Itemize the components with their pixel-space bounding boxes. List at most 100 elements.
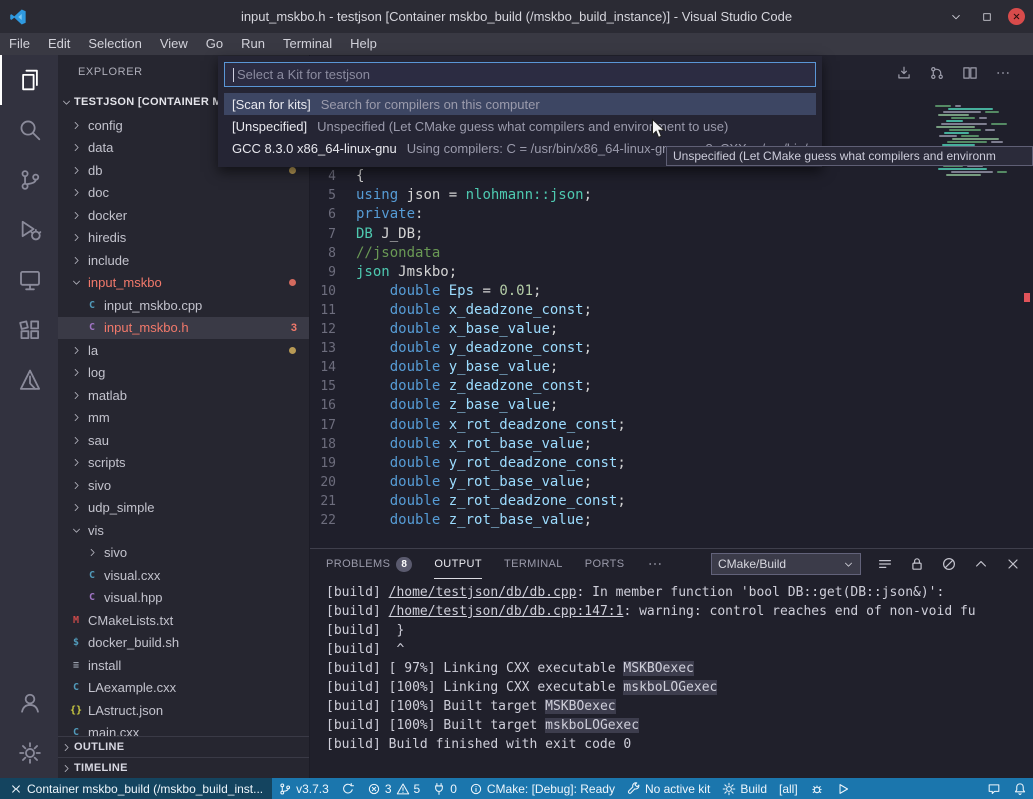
tree-item-CMakeLists.txt[interactable]: M CMakeLists.txt [58,609,309,632]
tree-item-include[interactable]: include [58,249,309,272]
kit-option-1[interactable]: [Unspecified] Unspecified (Let CMake gues… [224,115,816,137]
sync-status[interactable] [335,778,361,799]
info-icon [469,782,483,796]
settings-gear-button[interactable] [0,728,58,778]
timeline-section-header[interactable]: TIMELINE [58,757,309,778]
tree-item-sau[interactable]: sau [58,429,309,452]
panel-tab-terminal[interactable]: TERMINAL [504,549,563,579]
panel-tab-problems[interactable]: PROBLEMS 8 [326,549,413,579]
build-button[interactable]: Build [716,778,773,799]
notifications-button[interactable] [1007,778,1033,799]
titlebar[interactable]: input_mskbo.h - testjson [Container mskb… [0,0,1033,33]
kit-option-description: Unspecified (Let CMake guess what compil… [317,118,729,134]
output-log[interactable]: [build] /home/testjson/db/db.cpp: In mem… [310,579,1033,754]
build-target[interactable]: [all] [773,778,804,799]
menu-terminal[interactable]: Terminal [274,33,341,55]
overview-ruler-error-marker [1024,293,1030,302]
menu-edit[interactable]: Edit [39,33,79,55]
menu-selection[interactable]: Selection [79,33,150,55]
quick-pick-input[interactable]: Select a Kit for testjson [224,62,816,87]
word-wrap-icon[interactable] [877,556,893,572]
files-button[interactable] [0,55,58,105]
tree-item-LAstruct.json[interactable]: {} LAstruct.json [58,699,309,722]
cmake-status[interactable]: CMake: [Debug]: Ready [463,778,621,799]
code-editor[interactable]: 4{5 using json = nlohmann::json; 6 private:… [310,110,1007,530]
settings-gear-icon [18,741,42,765]
maximize-button[interactable] [977,7,997,27]
extensions-button[interactable] [0,305,58,355]
tree-item-doc[interactable]: doc [58,182,309,205]
tree-item-visual.cxx[interactable]: Cvisual.cxx [58,564,309,587]
panel-tab-output[interactable]: OUTPUT [434,549,482,579]
tree-item-hiredis[interactable]: hiredis [58,227,309,250]
kit-status[interactable]: No active kit [621,778,716,799]
close-button[interactable] [1008,8,1025,25]
menu-file[interactable]: File [0,33,39,55]
debug-button[interactable] [804,778,830,799]
close-panel-icon[interactable] [1005,556,1021,572]
output-channel-select[interactable]: CMake/Build [711,553,861,575]
tree-item-install[interactable]: ≡ install [58,654,309,677]
tree-item-visual.hpp[interactable]: Cvisual.hpp [58,587,309,610]
more-panel-tabs-icon[interactable] [647,556,663,572]
kit-option-description: Search for compilers on this computer [320,96,540,112]
tree-item-la[interactable]: la [58,339,309,362]
git-branch-icon [278,782,292,796]
menu-help[interactable]: Help [341,33,386,55]
remote-explorer-button[interactable] [0,255,58,305]
maximize-panel-icon[interactable] [973,556,989,572]
tree-item-input_mskbo.cpp[interactable]: Cinput_mskbo.cpp [58,294,309,317]
code-line-21: 21 double z_rot_deadzone_const; [310,492,1007,511]
tree-item-scripts[interactable]: scripts [58,452,309,475]
panel-tab-ports[interactable]: PORTS [585,549,625,579]
split-editor-icon[interactable] [962,65,978,81]
code-line-22: 22 double z_rot_base_value; [310,511,1007,530]
minimize-button[interactable] [946,7,966,27]
file-link[interactable]: /home/testjson/db/db.cpp:147:1 [389,604,624,619]
account-button[interactable] [0,678,58,728]
more-actions-icon[interactable] [995,65,1011,81]
tree-item-input_mskbo[interactable]: input_mskbo [58,272,309,295]
modified-dot [289,346,296,354]
cmake-status-label: CMake: [Debug]: Ready [486,781,615,796]
file-link[interactable]: /home/testjson/db/db.cpp [389,585,577,600]
tree-item-mm[interactable]: mm [58,407,309,430]
cmake-button[interactable] [0,355,58,405]
chevron-down-icon [58,94,74,110]
problems-status-label: 5 [413,781,421,796]
menu-run[interactable]: Run [232,33,274,55]
line-number: 14 [320,360,336,376]
outline-section-header[interactable]: OUTLINE [58,736,309,757]
tree-item-label: docker [88,207,128,223]
download-icon[interactable] [896,65,912,81]
feedback-button[interactable] [981,778,1007,799]
tree-item-udp_simple[interactable]: udp_simple [58,497,309,520]
clear-output-icon[interactable] [941,556,957,572]
tree-item-label: sivo [88,477,112,493]
tree-item-sivo[interactable]: sivo [58,474,309,497]
tree-item-docker_build.sh[interactable]: $ docker_build.sh [58,632,309,655]
tree-item-log[interactable]: log [58,362,309,385]
tree-item-vis[interactable]: vis [58,519,309,542]
tree-item-matlab[interactable]: matlab [58,384,309,407]
tree-item-sivo[interactable]: sivo [58,542,309,565]
minimap[interactable] [935,105,1011,177]
tree-item-docker[interactable]: docker [58,204,309,227]
version-status[interactable]: v3.7.3 [272,778,335,799]
menu-view[interactable]: View [151,33,197,55]
tree-item-LAexample.cxx[interactable]: C LAexample.cxx [58,677,309,700]
problems-status[interactable]: 35 [361,778,426,799]
source-control-button[interactable] [0,155,58,205]
run-debug-button[interactable] [0,205,58,255]
commit-graph-icon[interactable] [929,65,945,81]
launch-button[interactable] [830,778,856,799]
lock-icon[interactable] [909,556,925,572]
kit-option-0[interactable]: [Scan for kits] Search for compilers on t… [224,93,816,115]
line-number: 16 [320,398,336,414]
menu-go[interactable]: Go [197,33,232,55]
ports-status[interactable]: 0 [426,778,463,799]
search-button[interactable] [0,105,58,155]
remote-indicator[interactable]: Container mskbo_build (/mskbo_build_inst… [0,778,273,799]
kit-option-label: [Unspecified] [232,118,308,134]
tree-item-input_mskbo.h[interactable]: Cinput_mskbo.h 3 [58,316,309,339]
